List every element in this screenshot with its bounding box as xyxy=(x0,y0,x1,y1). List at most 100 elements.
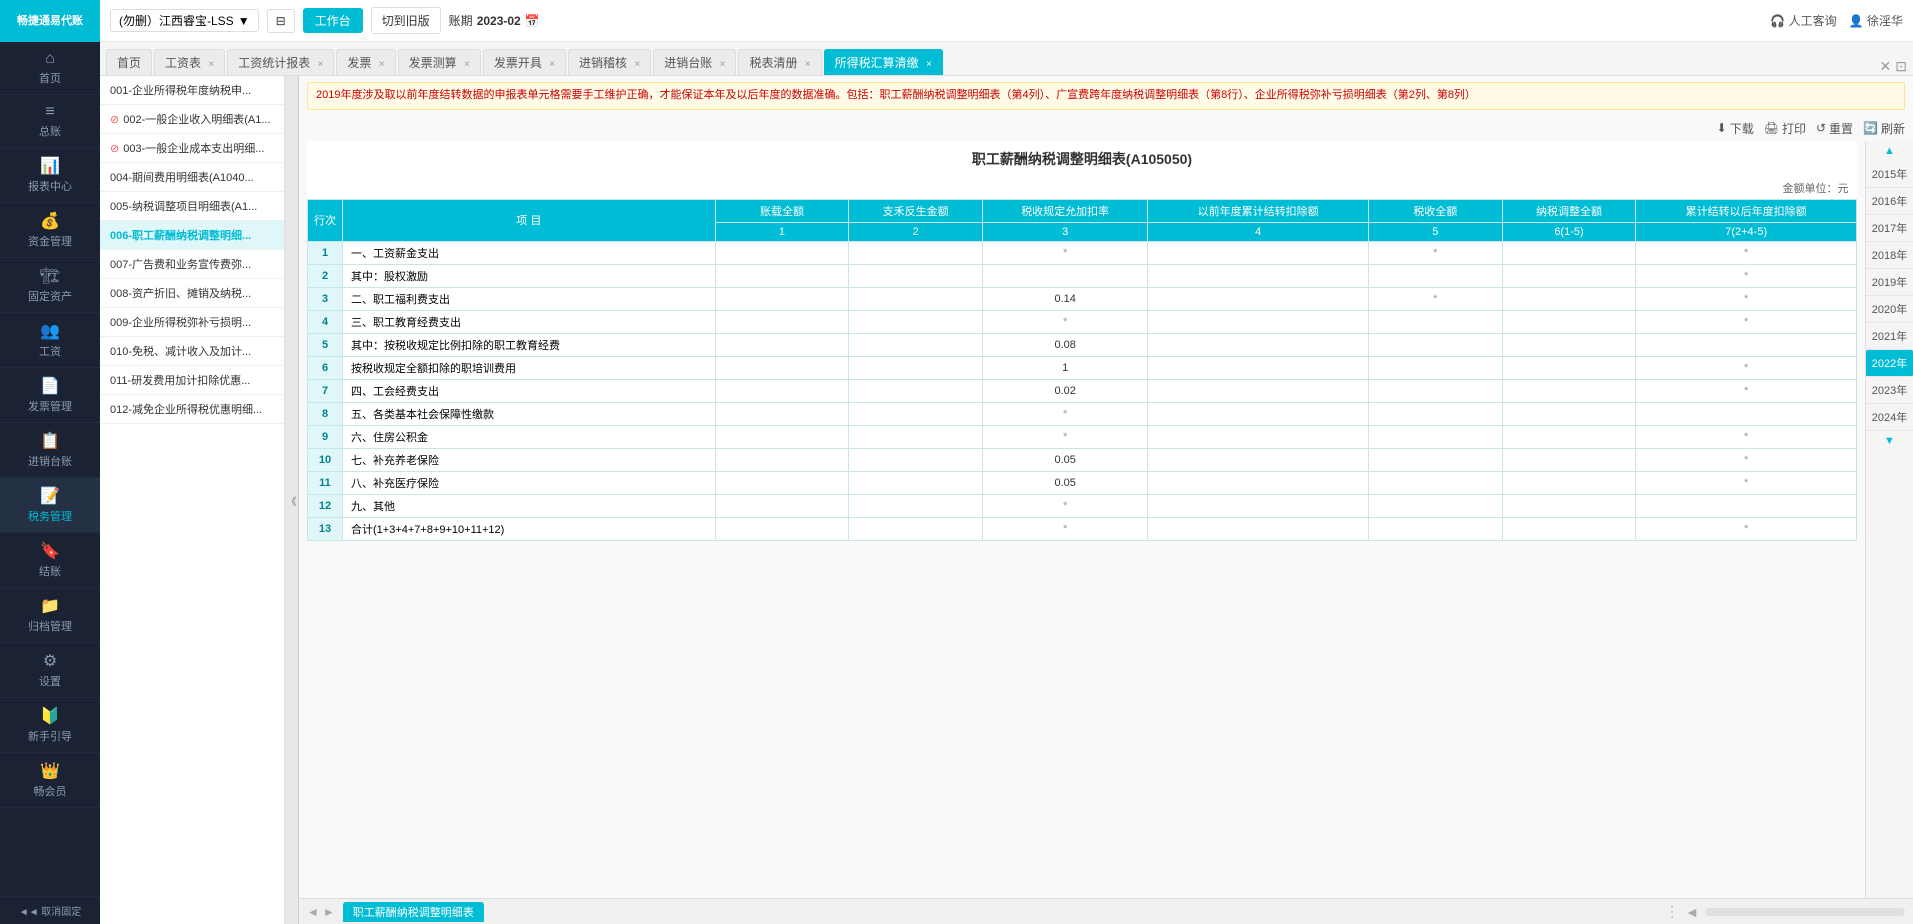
year-2016[interactable]: 2016年 xyxy=(1866,188,1913,215)
row-item[interactable]: 四、工会经费支出 xyxy=(343,379,716,402)
tab-invoice-calc-close[interactable]: × xyxy=(464,59,470,70)
row-cell-d[interactable] xyxy=(849,379,983,402)
file-item-006[interactable]: 006-职工薪酬纳税调整明细... xyxy=(100,221,284,250)
row-cell-d[interactable] xyxy=(849,264,983,287)
row-item[interactable]: 其中：股权激励 xyxy=(343,264,716,287)
row-cell-c[interactable] xyxy=(715,448,849,471)
sidebar-item-archive[interactable]: 📁 归档管理 xyxy=(0,588,100,643)
row-cell-f[interactable] xyxy=(1148,264,1369,287)
row-cell-g[interactable] xyxy=(1368,264,1502,287)
scroll-bar-area[interactable] xyxy=(1705,908,1905,916)
row-cell-c[interactable] xyxy=(715,241,849,264)
tab-in-ledger[interactable]: 进销台账 × xyxy=(653,49,736,75)
row-item[interactable]: 一、工资薪金支出 xyxy=(343,241,716,264)
row-cell-h[interactable] xyxy=(1502,379,1636,402)
sidebar-item-ledger[interactable]: 📋 进销台账 xyxy=(0,423,100,478)
sidebar-item-payroll[interactable]: 👥 工资 xyxy=(0,313,100,368)
row-cell-h[interactable] xyxy=(1502,517,1636,540)
row-cell-d[interactable] xyxy=(849,494,983,517)
row-cell-c[interactable] xyxy=(715,517,849,540)
row-cell-c[interactable] xyxy=(715,425,849,448)
file-item-001[interactable]: 001-企业所得税年度纳税申... xyxy=(100,76,284,105)
row-cell-h[interactable] xyxy=(1502,287,1636,310)
file-item-009[interactable]: 009-企业所得税弥补亏损明... xyxy=(100,308,284,337)
row-cell-f[interactable] xyxy=(1148,448,1369,471)
row-item[interactable]: 其中：按税收规定比例扣除的职工教育经费 xyxy=(343,333,716,356)
row-cell-f[interactable] xyxy=(1148,241,1369,264)
sidebar-item-assets[interactable]: 💰 资金管理 xyxy=(0,203,100,258)
row-cell-g[interactable] xyxy=(1368,425,1502,448)
year-2021[interactable]: 2021年 xyxy=(1866,323,1913,350)
year-2023[interactable]: 2023年 xyxy=(1866,377,1913,404)
row-cell-c[interactable] xyxy=(715,402,849,425)
row-cell-c[interactable] xyxy=(715,310,849,333)
file-item-012[interactable]: 012-减免企业所得税优惠明细... xyxy=(100,395,284,424)
sidebar-item-home[interactable]: ⌂ 首页 xyxy=(0,42,100,95)
row-cell-d[interactable] xyxy=(849,241,983,264)
row-cell-f[interactable] xyxy=(1148,333,1369,356)
row-cell-f[interactable] xyxy=(1148,471,1369,494)
tab-invoice-calc[interactable]: 发票测算 × xyxy=(398,49,481,75)
row-cell-f[interactable] xyxy=(1148,425,1369,448)
row-cell-g[interactable]: * xyxy=(1368,287,1502,310)
year-2024[interactable]: 2024年 xyxy=(1866,404,1913,431)
sidebar-item-settlement[interactable]: 🔖 结账 xyxy=(0,533,100,588)
row-cell-f[interactable] xyxy=(1148,517,1369,540)
row-cell-f[interactable] xyxy=(1148,402,1369,425)
row-cell-e[interactable] xyxy=(982,264,1147,287)
row-cell-g[interactable] xyxy=(1368,402,1502,425)
tab-expand-btn[interactable]: ⊡ xyxy=(1895,58,1907,75)
sidebar-item-settings[interactable]: ⚙ 设置 xyxy=(0,643,100,698)
sidebar-item-reports[interactable]: 📊 报表中心 xyxy=(0,148,100,203)
sheet-tab[interactable]: 职工薪酬纳税调整明细表 xyxy=(343,902,484,922)
sidebar-item-invoice[interactable]: 📄 发票管理 xyxy=(0,368,100,423)
row-cell-h[interactable] xyxy=(1502,448,1636,471)
sidebar-item-fixed-assets[interactable]: 🏗 固定资产 xyxy=(0,258,100,313)
copy-icon-btn[interactable]: ⊟ xyxy=(267,9,295,33)
row-cell-i[interactable]: * xyxy=(1636,287,1857,310)
row-cell-c[interactable] xyxy=(715,287,849,310)
tab-income-tax[interactable]: 所得税汇算清缴 × xyxy=(824,49,943,75)
row-cell-i[interactable] xyxy=(1636,494,1857,517)
row-item[interactable]: 五、各类基本社会保障性缴款 xyxy=(343,402,716,425)
row-cell-d[interactable] xyxy=(849,356,983,379)
row-cell-g[interactable] xyxy=(1368,356,1502,379)
bottom-right-arrow[interactable]: ► xyxy=(323,905,335,919)
row-item[interactable]: 六、住房公积金 xyxy=(343,425,716,448)
tab-close-all-btn[interactable]: ✕ xyxy=(1880,58,1892,75)
row-cell-f[interactable] xyxy=(1148,379,1369,402)
row-cell-e[interactable]: 0.02 xyxy=(982,379,1147,402)
bottom-left-arrow[interactable]: ◄ xyxy=(307,905,319,919)
row-cell-e[interactable]: * xyxy=(982,425,1147,448)
print-btn[interactable]: 🖨 打印 xyxy=(1764,120,1806,137)
row-cell-e[interactable]: 0.14 xyxy=(982,287,1147,310)
row-cell-e[interactable]: 0.05 xyxy=(982,448,1147,471)
row-cell-i[interactable] xyxy=(1636,402,1857,425)
row-cell-i[interactable]: * xyxy=(1636,517,1857,540)
row-cell-h[interactable] xyxy=(1502,333,1636,356)
row-cell-h[interactable] xyxy=(1502,494,1636,517)
row-cell-f[interactable] xyxy=(1148,356,1369,379)
row-item[interactable]: 七、补充养老保险 xyxy=(343,448,716,471)
row-item[interactable]: 八、补充医疗保险 xyxy=(343,471,716,494)
tab-invoice-open[interactable]: 发票开具 × xyxy=(483,49,566,75)
row-cell-d[interactable] xyxy=(849,425,983,448)
row-cell-c[interactable] xyxy=(715,494,849,517)
tab-tax-clear[interactable]: 税表清册 × xyxy=(738,49,821,75)
file-item-004[interactable]: 004-期间费用明细表(A1040... xyxy=(100,163,284,192)
sidebar-item-member[interactable]: 👑 畅会员 xyxy=(0,753,100,808)
year-2018[interactable]: 2018年 xyxy=(1866,242,1913,269)
year-down-btn[interactable]: ▼ xyxy=(1866,431,1913,451)
sheet-menu-icon[interactable]: ⋮ xyxy=(1665,903,1679,920)
row-item[interactable]: 合计(1+3+4+7+8+9+10+11+12) xyxy=(343,517,716,540)
row-cell-i[interactable]: * xyxy=(1636,241,1857,264)
tab-payroll-stat[interactable]: 工资统计报表 × xyxy=(227,49,334,75)
file-item-003[interactable]: ⊘ 003-一般企业成本支出明细... xyxy=(100,134,284,163)
row-cell-i[interactable]: * xyxy=(1636,310,1857,333)
sidebar-item-newbie[interactable]: 🔰 新手引导 xyxy=(0,698,100,753)
file-item-005[interactable]: 005-纳税调整项目明细表(A1... xyxy=(100,192,284,221)
file-item-002[interactable]: ⊘ 002-一般企业收入明细表(A1... xyxy=(100,105,284,134)
row-cell-e[interactable]: * xyxy=(982,494,1147,517)
row-cell-e[interactable]: * xyxy=(982,310,1147,333)
row-cell-g[interactable] xyxy=(1368,379,1502,402)
